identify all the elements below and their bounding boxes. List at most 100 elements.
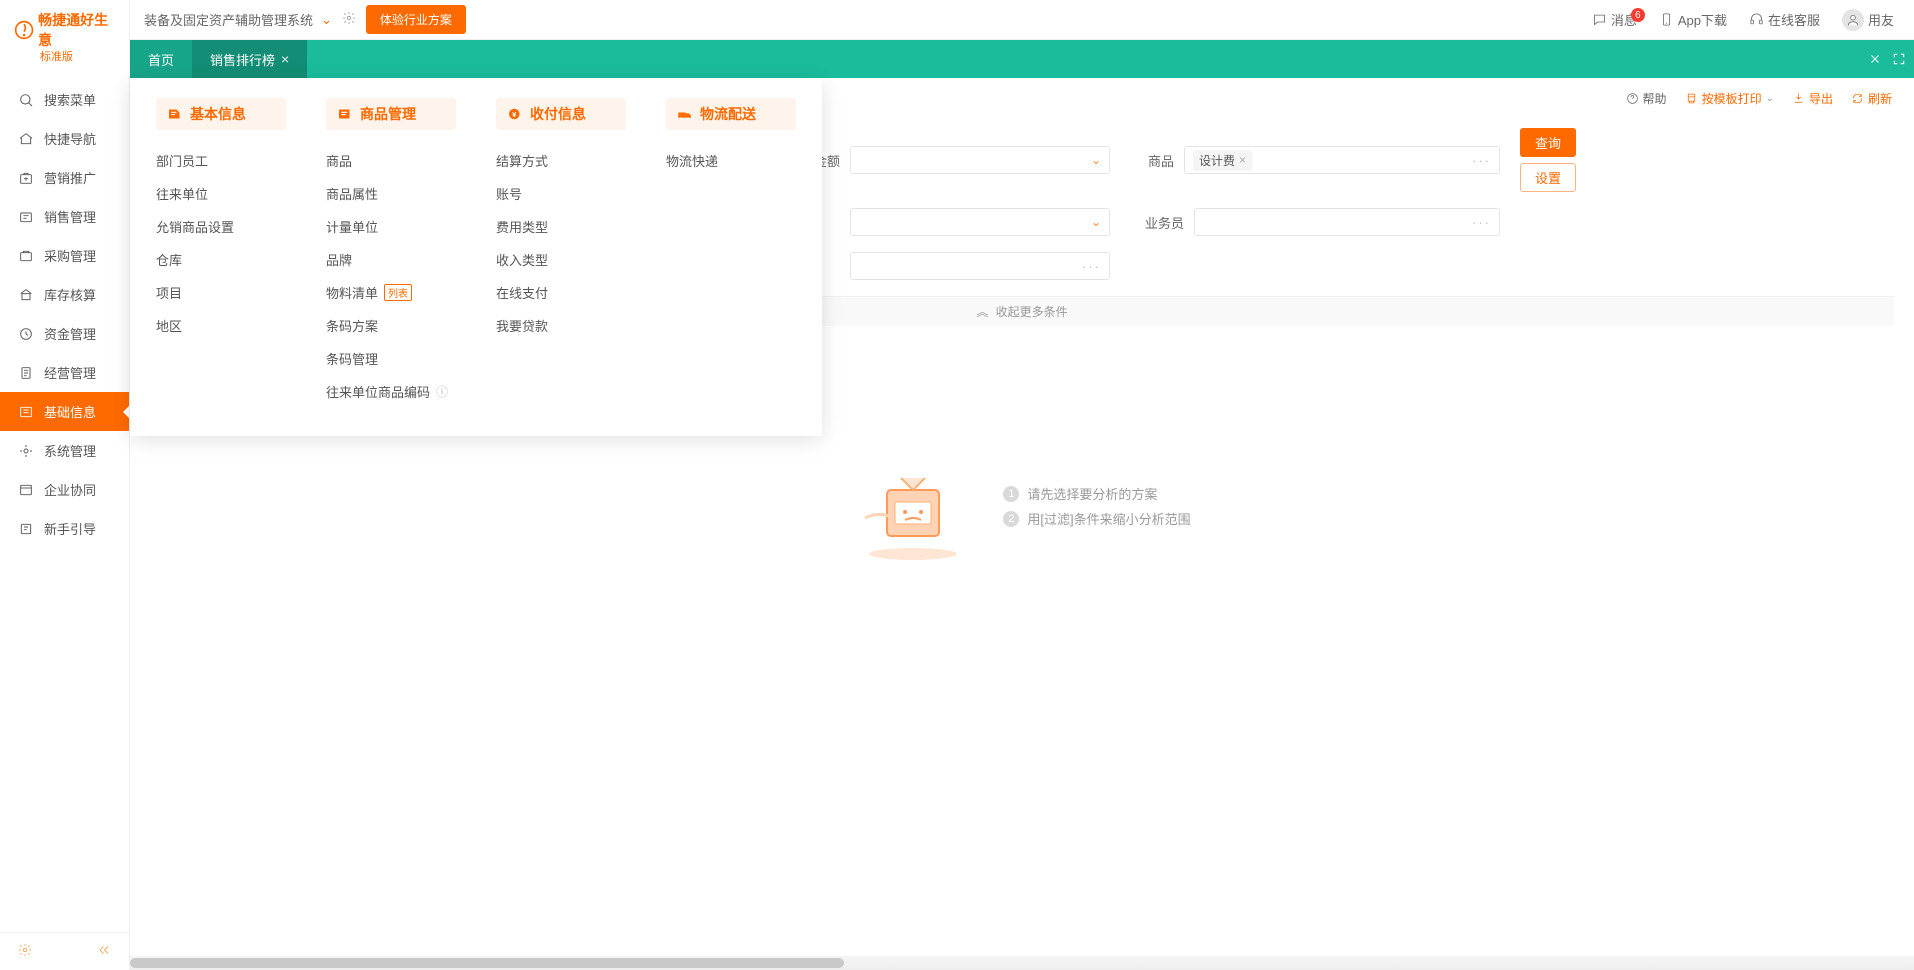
flyout-item[interactable]: 条码管理: [326, 342, 456, 375]
flyout-item[interactable]: 商品属性: [326, 177, 456, 210]
topbar-gear-icon[interactable]: [342, 11, 356, 28]
filter-salesperson-input[interactable]: ···: [1194, 208, 1500, 236]
sidebar-item-6[interactable]: 资金管理: [0, 314, 129, 353]
flyout-item[interactable]: 品牌: [326, 243, 456, 276]
sidebar-item-9[interactable]: 系统管理: [0, 431, 129, 470]
chevron-down-icon: ⌄: [1766, 93, 1774, 104]
flyout-item[interactable]: 费用类型: [496, 210, 626, 243]
flyout-item[interactable]: 物料清单列表: [326, 276, 456, 309]
flyout-item[interactable]: 往来单位: [156, 177, 286, 210]
horizontal-scrollbar[interactable]: [130, 956, 1914, 970]
flyout-item[interactable]: 结算方式: [496, 144, 626, 177]
sidebar-item-icon: [18, 170, 34, 186]
sidebar-item-0[interactable]: 搜索菜单: [0, 80, 129, 119]
topbar-download-label: App下载: [1678, 10, 1727, 29]
flyout-column-title: 物流配送: [700, 104, 756, 124]
sidebar-item-label: 搜索菜单: [44, 90, 96, 109]
flyout-item-label: 部门员工: [156, 151, 208, 170]
chevron-down-icon: ⌄: [1091, 153, 1101, 167]
flyout-item[interactable]: 商品: [326, 144, 456, 177]
tab-sales-ranking[interactable]: 销售排行榜 ×: [192, 40, 307, 78]
sidebar-item-1[interactable]: 快捷导航: [0, 119, 129, 158]
flyout-item[interactable]: 计量单位: [326, 210, 456, 243]
flyout-item[interactable]: 地区: [156, 309, 286, 342]
flyout-item[interactable]: 物流快递: [666, 144, 796, 177]
brand-name: 畅捷通好生意: [38, 10, 115, 50]
sidebar-item-2[interactable]: 营销推广: [0, 158, 129, 197]
help-icon: [1626, 92, 1639, 105]
more-icon[interactable]: ···: [1472, 153, 1491, 168]
system-selector[interactable]: 装备及固定资产辅助管理系统 ⌄: [144, 10, 332, 29]
print-label: 按模板打印: [1702, 90, 1762, 107]
product-tag-label: 设计费: [1199, 152, 1235, 169]
sidebar-item-label: 营销推广: [44, 168, 96, 187]
sidebar-item-4[interactable]: 采购管理: [0, 236, 129, 275]
sidebar-item-label: 库存核算: [44, 285, 96, 304]
flyout-item[interactable]: 项目: [156, 276, 286, 309]
collapse-label: 收起更多条件: [996, 305, 1068, 319]
flyout-item-label: 我要贷款: [496, 316, 548, 335]
flyout-column-header: 商品管理: [326, 98, 456, 130]
flyout-item[interactable]: 在线支付: [496, 276, 626, 309]
filter-amount-select[interactable]: ⌄: [850, 146, 1110, 174]
tabs-close-all-icon[interactable]: [1868, 52, 1882, 66]
sidebar-item-label: 采购管理: [44, 246, 96, 265]
flyout-item[interactable]: 账号: [496, 177, 626, 210]
flyout-column-header: 物流配送: [666, 98, 796, 130]
scrollbar-thumb[interactable]: [130, 958, 844, 968]
flyout-item[interactable]: 条码方案: [326, 309, 456, 342]
flyout-item[interactable]: 允销商品设置: [156, 210, 286, 243]
sidebar-item-icon: [18, 131, 34, 147]
more-icon[interactable]: ···: [1472, 215, 1491, 230]
flyout-item[interactable]: 我要贷款: [496, 309, 626, 342]
tab-close-icon[interactable]: ×: [281, 51, 289, 67]
flyout-item[interactable]: 往来单位商品编码ⓘ: [326, 375, 456, 408]
sidebar-item-label: 资金管理: [44, 324, 96, 343]
tab-sales-ranking-label: 销售排行榜: [210, 50, 275, 69]
sidebar-collapse-icon[interactable]: [97, 943, 111, 960]
sidebar-item-icon: [18, 404, 34, 420]
flyout-header-icon: [166, 105, 184, 123]
filter-product-input[interactable]: 设计费 × ···: [1184, 146, 1500, 174]
topbar-service[interactable]: 在线客服: [1743, 10, 1826, 29]
step-number-icon: 1: [1003, 486, 1019, 502]
help-label: 帮助: [1643, 90, 1667, 107]
flyout-item-label: 在线支付: [496, 283, 548, 302]
try-industry-button[interactable]: 体验行业方案: [366, 5, 466, 34]
query-button[interactable]: 查询: [1520, 128, 1576, 157]
flyout-item-label: 商品: [326, 151, 352, 170]
sidebar-item-label: 经营管理: [44, 363, 96, 382]
flyout-item[interactable]: 收入类型: [496, 243, 626, 276]
print-button[interactable]: 按模板打印 ⌄: [1685, 90, 1774, 107]
empty-step-2: 2 用[过滤]条件来缩小分析范围: [1003, 509, 1190, 528]
flyout-item[interactable]: 仓库: [156, 243, 286, 276]
empty-state: 1 请先选择要分析的方案 2 用[过滤]条件来缩小分析范围: [130, 446, 1914, 566]
help-hint-icon[interactable]: ⓘ: [436, 383, 448, 400]
sidebar-settings-icon[interactable]: [18, 943, 32, 960]
sidebar-item-11[interactable]: 新手引导: [0, 509, 129, 548]
avatar-icon: [1842, 9, 1864, 31]
flyout-item[interactable]: 部门员工: [156, 144, 286, 177]
flyout-item-label: 账号: [496, 184, 522, 203]
sidebar-item-3[interactable]: 销售管理: [0, 197, 129, 236]
sidebar-item-5[interactable]: 库存核算: [0, 275, 129, 314]
refresh-button[interactable]: 刷新: [1851, 90, 1892, 107]
export-button[interactable]: 导出: [1792, 90, 1833, 107]
tag-remove-icon[interactable]: ×: [1239, 153, 1246, 167]
filter-settings-button[interactable]: 设置: [1520, 163, 1576, 192]
sidebar-item-label: 系统管理: [44, 441, 96, 460]
tabs-fullscreen-icon[interactable]: [1892, 52, 1906, 66]
phone-icon: [1659, 12, 1674, 27]
help-button[interactable]: 帮助: [1626, 90, 1667, 107]
sidebar-item-8[interactable]: 基础信息: [0, 392, 129, 431]
topbar-download[interactable]: App下载: [1653, 10, 1733, 29]
sidebar-item-7[interactable]: 经营管理: [0, 353, 129, 392]
tab-home[interactable]: 首页: [130, 40, 192, 78]
topbar-user[interactable]: 用友: [1836, 9, 1900, 31]
more-icon[interactable]: ···: [1082, 259, 1101, 274]
sidebar-item-10[interactable]: 企业协同: [0, 470, 129, 509]
topbar-message[interactable]: 消息 6: [1586, 10, 1643, 29]
filter-blank-select[interactable]: ⌄: [850, 208, 1110, 236]
filter-product-label: 商品: [1130, 151, 1174, 170]
filter-blank-input[interactable]: ···: [850, 252, 1110, 280]
